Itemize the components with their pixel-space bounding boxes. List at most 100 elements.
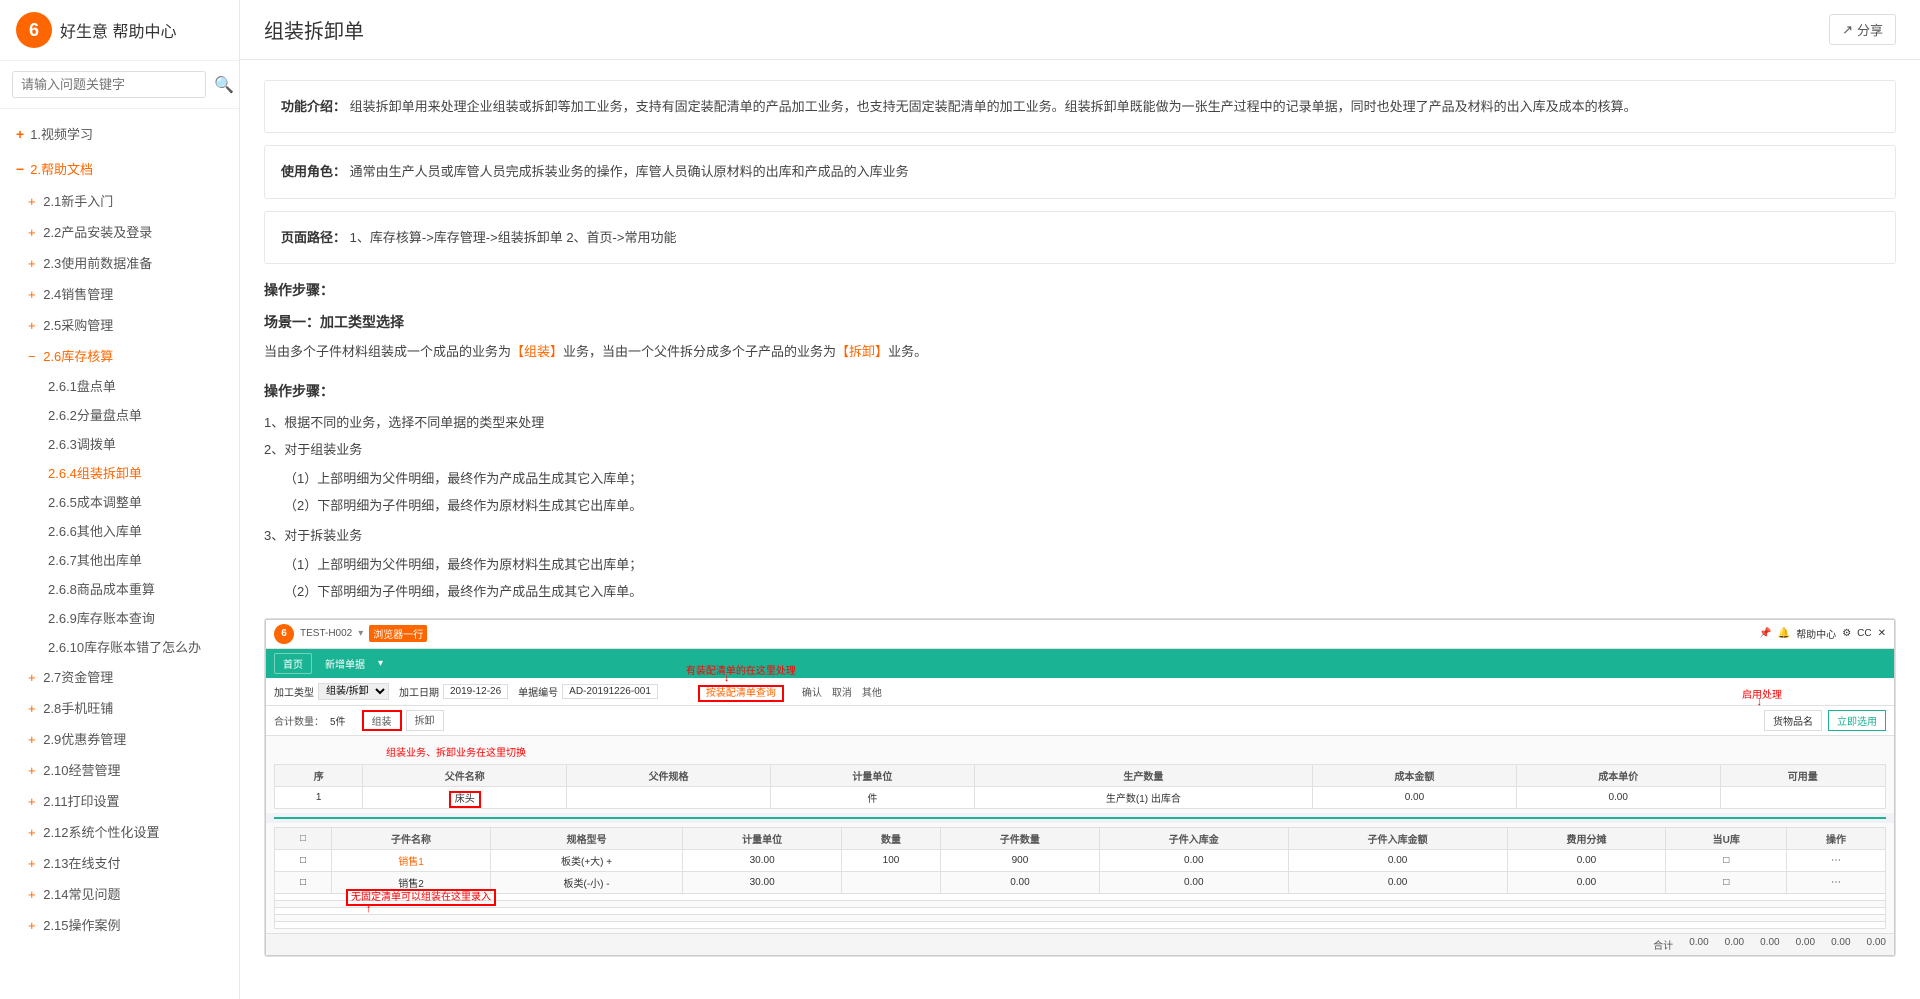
nav-sub-sub-items-2-6: 2.6.1盘点单 2.6.2分量盘点单 2.6.3调拨单 2.6.4组装拆卸单 … xyxy=(28,371,239,661)
goods-name-1[interactable]: 床头 xyxy=(449,791,481,808)
sidebar-item-transfer[interactable]: 2.6.3调拨单 xyxy=(40,429,239,458)
sidebar-item-other-out[interactable]: 2.6.7其他出库单 xyxy=(40,545,239,574)
table-row xyxy=(275,900,1886,907)
search-input[interactable] xyxy=(12,71,206,98)
sidebar-item-data-prep[interactable]: + 2.3使用前数据准备 xyxy=(28,247,239,278)
annotation1-label: 有装配清单的在这里处理 xyxy=(686,662,796,677)
date-field: 加工日期 2019-12-26 xyxy=(399,684,508,699)
cell-child-act-2: ⋯ xyxy=(1787,871,1886,893)
child-table-body: □ 销售1 板类(+大) + 30.00 100 900 0.00 0.00 xyxy=(275,849,1886,928)
logo-area: 6 好生意 帮助中心 xyxy=(0,0,239,61)
annotation2-label: 组装业务、拆卸业务在这里切换 xyxy=(386,744,526,759)
share-icon: ↗ xyxy=(1842,22,1853,38)
step1: 1、根据不同的业务，选择不同单据的类型来处理 xyxy=(264,411,1896,436)
nav-sub-items-2: + 2.1新手入门 + 2.2产品安装及登录 + 2.3使用前数据准备 + 2.… xyxy=(0,185,239,940)
annotation4-label: 无固定清单可以组装在这里录入 xyxy=(346,888,496,903)
cell-unit-1: 生产数(1) 出库合 xyxy=(974,786,1312,808)
sidebar-item-custom[interactable]: + 2.12系统个性化设置 xyxy=(28,816,239,847)
sidebar-item-help-docs[interactable]: − 2.帮助文档 xyxy=(0,152,239,185)
confirm-btn[interactable]: 确认 xyxy=(802,684,822,699)
sidebar-item-cases[interactable]: + 2.15操作案例 xyxy=(28,909,239,940)
col-child-in: 子件入库金 xyxy=(1099,827,1288,849)
sidebar-item-operations[interactable]: + 2.10经营管理 xyxy=(28,754,239,785)
sidebar-item-coupon[interactable]: + 2.9优惠券管理 xyxy=(28,723,239,754)
page-title: 组装拆卸单 xyxy=(264,15,364,44)
main-content: 组装拆卸单 ↗ 分享 功能介绍： 组装拆卸单用来处理企业组装或拆卸等加工业务，支… xyxy=(240,0,1920,999)
startup-input[interactable]: 货物品名 xyxy=(1764,710,1822,731)
app-tab-assembly[interactable]: 新增单据 xyxy=(316,653,374,674)
sidebar-item-cost-recalc[interactable]: 2.6.8商品成本重算 xyxy=(40,574,239,603)
search-area: 🔍 xyxy=(0,61,239,109)
search-button[interactable]: 🔍 xyxy=(212,73,236,97)
cell-goods-1: 床头 xyxy=(363,786,567,808)
select-goods-btn[interactable]: 立即选用 xyxy=(1828,710,1886,731)
app-user: CC xyxy=(1857,628,1871,639)
sidebar-item-finance[interactable]: + 2.7资金管理 xyxy=(28,661,239,692)
step2-sub2: （2）下部明细为子件明细，最终作为原材料生成其它出库单。 xyxy=(284,493,1896,520)
date-value[interactable]: 2019-12-26 xyxy=(443,684,508,699)
sidebar-item-print[interactable]: + 2.11打印设置 xyxy=(28,785,239,816)
col-child-out: 子件入库金额 xyxy=(1288,827,1507,849)
table-row xyxy=(275,921,1886,928)
sidebar-item-stocktaking[interactable]: 2.6.1盘点单 xyxy=(40,371,239,400)
fixed-bom-btn[interactable]: 按装配清单查询 xyxy=(698,685,784,702)
arrow4: ↑ xyxy=(366,903,372,915)
share-button[interactable]: ↗ 分享 xyxy=(1829,14,1896,45)
type-select[interactable]: 组装/拆卸 xyxy=(318,683,389,700)
expand-icon-2-12: + xyxy=(28,825,36,840)
role-text: 通常由生产人员或库管人员完成拆装业务的操作，库管人员确认原材料的出库和产成品的入… xyxy=(350,164,909,179)
annotation-area-1: 按装配清单查询 有装配清单的在这里处理 ↓ xyxy=(698,684,784,699)
path-label: 页面路径： xyxy=(281,230,346,245)
bill-no-value[interactable]: AD-20191226-001 xyxy=(562,684,658,699)
app-logo: 6 xyxy=(274,624,294,644)
scene1-desc: 当由多个子件材料组装成一个成品的业务为【组装】业务，当由一个父件拆分成多个子产品… xyxy=(264,340,1896,365)
app-screenshot: 6 TEST-H002 ▾ 浏览器一行 📌 🔔 帮助中心 ⚙ CC ✕ xyxy=(265,619,1895,956)
cell-child-avail-1: 0.00 xyxy=(1507,849,1666,871)
child-name-text-1: 销售1 xyxy=(398,857,424,868)
cell-child-unit-2: 30.00 xyxy=(683,871,842,893)
cell-child-stock-2: □ xyxy=(1666,871,1787,893)
other-btn[interactable]: 其他 xyxy=(862,684,882,699)
app-version: ▾ xyxy=(358,628,363,639)
sidebar-item-inventory-ledger[interactable]: 2.6.9库存账本查询 xyxy=(40,603,239,632)
assemble-btn[interactable]: 组装 xyxy=(362,710,402,731)
cell-child-out-1: 0.00 xyxy=(1288,849,1507,871)
sidebar-item-assembly[interactable]: 2.6.4组装拆卸单 xyxy=(40,458,239,487)
step3-sub1: （1）上部明细为父件明细，最终作为原材料生成其它出库单； xyxy=(284,552,1896,579)
sidebar-item-sales[interactable]: + 2.4销售管理 xyxy=(28,278,239,309)
app-new-btn[interactable]: 浏览器一行 xyxy=(369,625,427,642)
sidebar-item-other-in[interactable]: 2.6.6其他入库单 xyxy=(40,516,239,545)
app-icon-3: ⚙ xyxy=(1842,628,1851,639)
expand-icon-2-5: + xyxy=(28,318,36,333)
sidebar-item-online-payment[interactable]: + 2.13在线支付 xyxy=(28,847,239,878)
sidebar-item-new-user[interactable]: + 2.1新手入门 xyxy=(28,185,239,216)
sidebar-item-install[interactable]: + 2.2产品安装及登录 xyxy=(28,216,239,247)
app-tab-home[interactable]: 首页 xyxy=(274,653,312,674)
sidebar-item-partial-stocktaking[interactable]: 2.6.2分量盘点单 xyxy=(40,400,239,429)
cancel-btn[interactable]: 取消 xyxy=(832,684,852,699)
expand-icon-2-13: + xyxy=(28,856,36,871)
empty-row-5 xyxy=(275,907,1886,914)
sidebar-item-video-learning[interactable]: + 1.视频学习 xyxy=(0,117,239,150)
disassemble-btn[interactable]: 拆卸 xyxy=(406,710,444,731)
expand-icon-1: + xyxy=(16,126,24,142)
cell-child-qty-2 xyxy=(842,871,941,893)
date-label: 加工日期 xyxy=(399,684,439,699)
col-cost: 成本金额 xyxy=(1313,764,1517,786)
parent-table-body: 1 床头 件 生产数(1) 出库合 0.00 0.00 xyxy=(275,786,1886,808)
sidebar-item-mobile[interactable]: + 2.8手机旺铺 xyxy=(28,692,239,723)
sidebar-item-ledger-error[interactable]: 2.6.10库存账本错了怎么办 xyxy=(40,632,239,661)
empty-row-6 xyxy=(275,914,1886,921)
sidebar-item-faq[interactable]: + 2.14常见问题 xyxy=(28,878,239,909)
app-close[interactable]: ✕ xyxy=(1878,628,1886,639)
sidebar-item-purchase[interactable]: + 2.5采购管理 xyxy=(28,309,239,340)
sidebar-item-inventory[interactable]: − 2.6库存核算 xyxy=(28,340,239,371)
app-tab-spacer: ▾ xyxy=(378,658,383,669)
table-row xyxy=(275,907,1886,914)
col-avail: 成本单价 xyxy=(1516,764,1720,786)
table-row xyxy=(275,914,1886,921)
summary-note: 0.00 xyxy=(1867,937,1886,952)
logo-text: 好生意 帮助中心 xyxy=(60,18,176,42)
sidebar-item-cost-adjust[interactable]: 2.6.5成本调整单 xyxy=(40,487,239,516)
annotation3-label: 启用处理 xyxy=(1742,686,1782,701)
